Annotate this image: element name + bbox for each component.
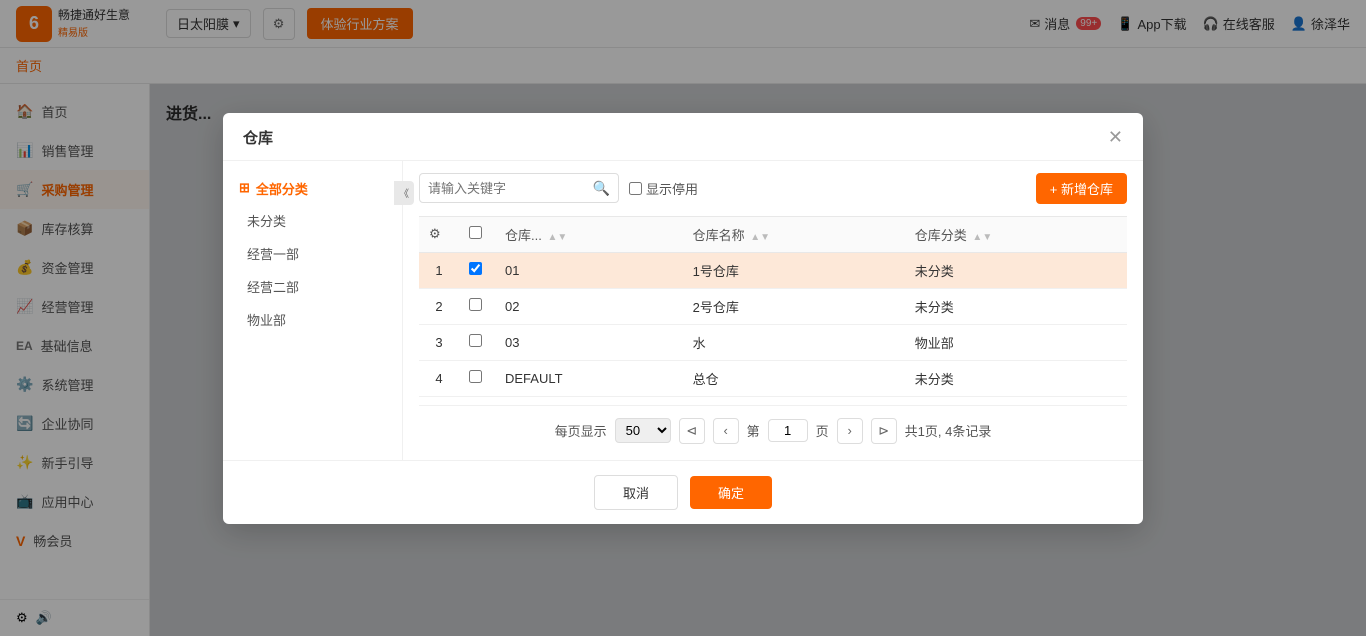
- modal-header: 仓库 ✕: [223, 113, 1143, 161]
- search-input[interactable]: [428, 181, 593, 196]
- th-gear: ⚙: [419, 216, 459, 252]
- search-input-wrap: 🔍: [419, 173, 619, 203]
- modal-title: 仓库: [243, 127, 273, 148]
- show-disabled-checkbox[interactable]: 显示停用: [629, 179, 698, 198]
- grid-icon: ⊞: [239, 180, 250, 196]
- tree-item-dept1[interactable]: 经营一部: [223, 237, 402, 270]
- select-all-checkbox[interactable]: [469, 226, 482, 239]
- next-page-button[interactable]: ›: [837, 418, 863, 444]
- modal-right-content: 🔍 显示停用 + 新增仓库 ⚙: [403, 161, 1143, 460]
- row-code: DEFAULT: [495, 360, 683, 396]
- modal-tree: 《 ⊞ 全部分类 未分类 经营一部 经营二部 物业部: [223, 161, 403, 460]
- per-page-select[interactable]: 50 10 20 100: [615, 418, 671, 443]
- table-row[interactable]: 1 01 1号仓库 未分类: [419, 252, 1127, 288]
- row-checkbox-cell: [459, 288, 495, 324]
- row-checkbox-cell: [459, 360, 495, 396]
- last-page-button[interactable]: ⊳: [871, 418, 897, 444]
- page-number-input[interactable]: [768, 419, 808, 442]
- row-category: 未分类: [905, 288, 1127, 324]
- row-checkbox[interactable]: [469, 370, 482, 383]
- table-row[interactable]: 2 02 2号仓库 未分类: [419, 288, 1127, 324]
- modal-footer: 取消 确定: [223, 460, 1143, 524]
- pagination-bar: 每页显示 50 10 20 100 ⊲ ‹ 第 页 › ⊳ 共1页, 4条记录: [419, 405, 1127, 448]
- row-category: 未分类: [905, 360, 1127, 396]
- row-checkbox[interactable]: [469, 334, 482, 347]
- table-header: ⚙ 仓库... ▲▼ 仓库名称 ▲▼: [419, 216, 1127, 252]
- tree-item-property[interactable]: 物业部: [223, 303, 402, 336]
- tree-all-category[interactable]: ⊞ 全部分类: [223, 173, 402, 204]
- show-disabled-check[interactable]: [629, 182, 642, 195]
- row-num: 4: [419, 360, 459, 396]
- row-code: 02: [495, 288, 683, 324]
- page-label: 第: [747, 421, 760, 440]
- tree-item-dept2[interactable]: 经营二部: [223, 270, 402, 303]
- warehouse-modal: 仓库 ✕ 《 ⊞ 全部分类 未分类 经营一部 经营二部 物业部: [223, 113, 1143, 524]
- modal-body: 《 ⊞ 全部分类 未分类 经营一部 经营二部 物业部 🔍: [223, 161, 1143, 460]
- th-name-label: 仓库名称: [693, 228, 745, 243]
- table-row[interactable]: 3 03 水 物业部: [419, 324, 1127, 360]
- total-info: 共1页, 4条记录: [905, 421, 992, 440]
- row-checkbox-cell: [459, 324, 495, 360]
- table-row[interactable]: 4 DEFAULT 总仓 未分类: [419, 360, 1127, 396]
- modal-overlay: 仓库 ✕ 《 ⊞ 全部分类 未分类 经营一部 经营二部 物业部: [0, 0, 1366, 636]
- first-page-button[interactable]: ⊲: [679, 418, 705, 444]
- row-checkbox[interactable]: [469, 262, 482, 275]
- th-category: 仓库分类 ▲▼: [905, 216, 1127, 252]
- add-warehouse-button[interactable]: + 新增仓库: [1036, 173, 1127, 204]
- row-name: 2号仓库: [683, 288, 905, 324]
- table-body: 1 01 1号仓库 未分类 2 02 2号仓库 未分类 3 03 水 物业部 4…: [419, 252, 1127, 396]
- tree-item-uncategorized[interactable]: 未分类: [223, 204, 402, 237]
- th-code-label: 仓库...: [505, 228, 542, 243]
- tree-all-label: 全部分类: [256, 179, 308, 198]
- row-num: 1: [419, 252, 459, 288]
- row-code: 01: [495, 252, 683, 288]
- gear-header-icon[interactable]: ⚙: [429, 226, 441, 241]
- cancel-button[interactable]: 取消: [594, 475, 678, 510]
- table-wrapper: ⚙ 仓库... ▲▼ 仓库名称 ▲▼: [419, 216, 1127, 397]
- per-page-label: 每页显示: [555, 421, 607, 440]
- row-code: 03: [495, 324, 683, 360]
- row-checkbox[interactable]: [469, 298, 482, 311]
- page-unit-label: 页: [816, 421, 829, 440]
- row-checkbox-cell: [459, 252, 495, 288]
- th-code: 仓库... ▲▼: [495, 216, 683, 252]
- th-name: 仓库名称 ▲▼: [683, 216, 905, 252]
- tree-collapse-button[interactable]: 《: [394, 181, 414, 205]
- row-name: 1号仓库: [683, 252, 905, 288]
- sort-icon-name: ▲▼: [750, 232, 770, 243]
- row-name: 总仓: [683, 360, 905, 396]
- row-num: 3: [419, 324, 459, 360]
- show-disabled-label: 显示停用: [646, 179, 698, 198]
- prev-page-button[interactable]: ‹: [713, 418, 739, 444]
- row-category: 物业部: [905, 324, 1127, 360]
- row-category: 未分类: [905, 252, 1127, 288]
- confirm-button[interactable]: 确定: [690, 476, 772, 509]
- row-name: 水: [683, 324, 905, 360]
- search-icon: 🔍: [593, 180, 610, 197]
- th-check: [459, 216, 495, 252]
- warehouse-table: ⚙ 仓库... ▲▼ 仓库名称 ▲▼: [419, 216, 1127, 397]
- modal-close-button[interactable]: ✕: [1108, 127, 1123, 148]
- th-category-label: 仓库分类: [915, 228, 967, 243]
- sort-icon-code: ▲▼: [547, 232, 567, 243]
- sort-icon-category: ▲▼: [972, 232, 992, 243]
- row-num: 2: [419, 288, 459, 324]
- search-toolbar: 🔍 显示停用 + 新增仓库: [419, 173, 1127, 204]
